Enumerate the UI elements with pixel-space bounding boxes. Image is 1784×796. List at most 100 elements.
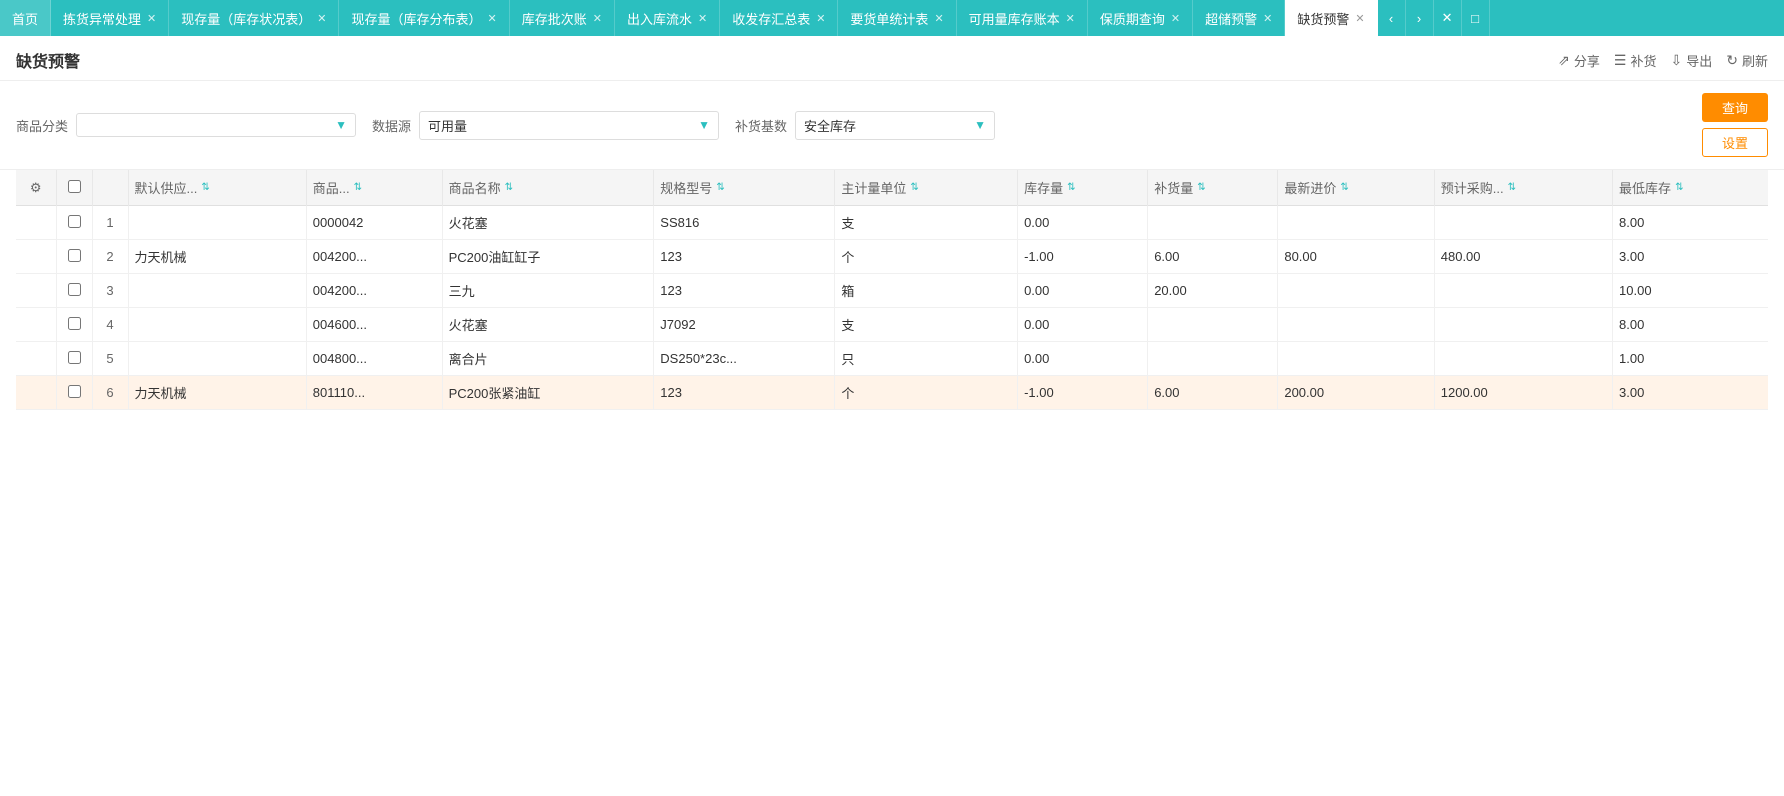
close-icon[interactable]: ✕: [317, 12, 326, 25]
row-min-stock: 10.00: [1613, 274, 1768, 308]
category-filter-group: 商品分类 ▼: [16, 113, 356, 137]
row-latest-price: 200.00: [1278, 376, 1434, 410]
row-stock-qty: 0.00: [1018, 274, 1148, 308]
row-gear-cell: [16, 376, 56, 410]
tab-collect-summary[interactable]: 收发存汇总表 ✕: [720, 0, 838, 36]
close-icon[interactable]: ✕: [1066, 12, 1075, 25]
query-button[interactable]: 查询: [1702, 93, 1768, 122]
row-min-stock: 3.00: [1613, 376, 1768, 410]
tab-scroll-left[interactable]: ‹: [1378, 0, 1406, 36]
sort-icon: ⇅: [1340, 182, 1348, 193]
tab-inout-flow[interactable]: 出入库流水 ✕: [615, 0, 720, 36]
row-min-stock: 1.00: [1613, 342, 1768, 376]
row-checkbox-cell[interactable]: [56, 274, 92, 308]
row-checkbox[interactable]: [68, 215, 81, 228]
row-est-purchase: 480.00: [1434, 240, 1612, 274]
select-all-checkbox[interactable]: [68, 180, 81, 193]
supplier-column-header[interactable]: 默认供应...⇅: [128, 170, 306, 206]
row-unit: 个: [835, 240, 1018, 274]
tab-inventory-dist[interactable]: 现存量（库存分布表） ✕: [339, 0, 509, 36]
export-icon: ⇩: [1671, 52, 1683, 69]
est-purchase-column-header[interactable]: 预计采购...⇅: [1434, 170, 1612, 206]
refresh-button[interactable]: ↻ 刷新: [1726, 51, 1768, 70]
row-gear-cell: [16, 342, 56, 376]
replenish-basis-select[interactable]: 安全库存 ▼: [795, 111, 995, 140]
replenish-icon: ☰: [1614, 52, 1627, 69]
row-checkbox[interactable]: [68, 351, 81, 364]
row-checkbox[interactable]: [68, 385, 81, 398]
row-checkbox-cell[interactable]: [56, 206, 92, 240]
tab-batch-account[interactable]: 库存批次账 ✕: [510, 0, 615, 36]
row-min-stock: 8.00: [1613, 206, 1768, 240]
row-est-purchase: [1434, 308, 1612, 342]
close-icon[interactable]: ✕: [698, 12, 707, 25]
row-product-name: PC200油缸缸子: [442, 240, 654, 274]
row-product-name: PC200张紧油缸: [442, 376, 654, 410]
tab-order-stats[interactable]: 要货单统计表 ✕: [838, 0, 956, 36]
row-gear-cell: [16, 240, 56, 274]
export-button[interactable]: ⇩ 导出: [1671, 51, 1713, 70]
category-select[interactable]: ▼: [76, 113, 356, 137]
row-stock-qty: -1.00: [1018, 376, 1148, 410]
row-checkbox-cell[interactable]: [56, 376, 92, 410]
row-checkbox[interactable]: [68, 283, 81, 296]
row-number: 6: [92, 376, 128, 410]
tab-expiry-query[interactable]: 保质期查询 ✕: [1088, 0, 1193, 36]
close-icon[interactable]: ✕: [1171, 12, 1180, 25]
tab-exception[interactable]: 拣货异常处理 ✕: [51, 0, 169, 36]
row-product-code: 0000042: [306, 206, 442, 240]
sort-icon: ⇅: [201, 182, 209, 193]
replenish-qty-column-header[interactable]: 补货量⇅: [1148, 170, 1278, 206]
row-checkbox[interactable]: [68, 317, 81, 330]
tab-available-ledger[interactable]: 可用量库存账本 ✕: [957, 0, 1088, 36]
row-latest-price: [1278, 274, 1434, 308]
table-container: ⚙ 默认供应...⇅ 商品...⇅ 商品名称⇅ 规格型号⇅: [0, 170, 1784, 410]
tab-home[interactable]: 首页: [0, 0, 51, 36]
row-checkbox-cell[interactable]: [56, 342, 92, 376]
gear-column-header[interactable]: ⚙: [16, 170, 56, 206]
replenish-button[interactable]: ☰ 补货: [1614, 51, 1657, 70]
close-icon[interactable]: ✕: [1263, 12, 1272, 25]
min-stock-column-header[interactable]: 最低库存⇅: [1613, 170, 1768, 206]
sort-icon: ⇅: [1067, 182, 1075, 193]
close-icon[interactable]: ✕: [1355, 12, 1364, 25]
row-supplier: [128, 308, 306, 342]
checkbox-column-header: [56, 170, 92, 206]
table-row: 3 004200... 三九 123 箱 0.00 20.00 10.00: [16, 274, 1768, 308]
row-checkbox-cell[interactable]: [56, 240, 92, 274]
tab-overstock-warning[interactable]: 超储预警 ✕: [1193, 0, 1285, 36]
row-latest-price: 80.00: [1278, 240, 1434, 274]
table-row: 2 力天机械 004200... PC200油缸缸子 123 个 -1.00 6…: [16, 240, 1768, 274]
close-icon[interactable]: ✕: [934, 12, 943, 25]
tab-maximize[interactable]: □: [1462, 0, 1490, 36]
spec-column-header[interactable]: 规格型号⇅: [654, 170, 835, 206]
latest-price-column-header[interactable]: 最新进价⇅: [1278, 170, 1434, 206]
product-code-column-header[interactable]: 商品...⇅: [306, 170, 442, 206]
row-checkbox[interactable]: [68, 249, 81, 262]
product-name-column-header[interactable]: 商品名称⇅: [442, 170, 654, 206]
datasource-filter-group: 数据源 可用量 ▼: [372, 111, 719, 140]
row-gear-cell: [16, 274, 56, 308]
tab-scroll-right[interactable]: ›: [1406, 0, 1434, 36]
close-icon[interactable]: ✕: [816, 12, 825, 25]
tab-close-all[interactable]: ✕: [1434, 0, 1462, 36]
stock-qty-column-header[interactable]: 库存量⇅: [1018, 170, 1148, 206]
settings-button[interactable]: 设置: [1702, 128, 1768, 157]
close-icon[interactable]: ✕: [488, 12, 497, 25]
tab-shortage-warning[interactable]: 缺货预警 ✕: [1285, 0, 1377, 36]
datasource-select[interactable]: 可用量 ▼: [419, 111, 719, 140]
close-icon[interactable]: ✕: [147, 12, 156, 25]
share-button[interactable]: ⇗ 分享: [1558, 51, 1600, 70]
row-product-name: 火花塞: [442, 206, 654, 240]
row-replenish-qty: [1148, 206, 1278, 240]
row-replenish-qty: [1148, 342, 1278, 376]
sort-icon: ⇅: [354, 182, 362, 193]
page-title: 缺货预警: [16, 48, 80, 72]
unit-column-header[interactable]: 主计量单位⇅: [835, 170, 1018, 206]
replenish-basis-label: 补货基数: [735, 116, 787, 135]
row-stock-qty: 0.00: [1018, 342, 1148, 376]
tab-inventory-status[interactable]: 现存量（库存状况表） ✕: [169, 0, 339, 36]
row-checkbox-cell[interactable]: [56, 308, 92, 342]
close-icon[interactable]: ✕: [593, 12, 602, 25]
row-gear-cell: [16, 308, 56, 342]
